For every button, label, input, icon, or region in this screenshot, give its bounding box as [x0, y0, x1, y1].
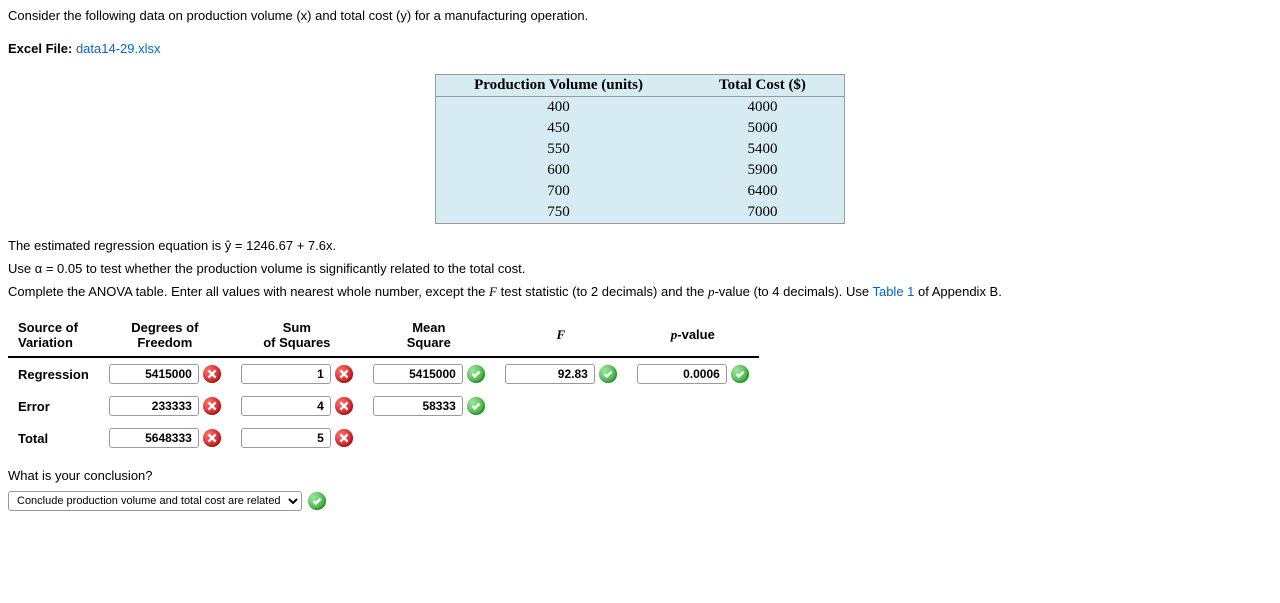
cell: 750	[436, 202, 681, 224]
cell: 6400	[681, 181, 844, 202]
row-label: Error	[8, 390, 99, 422]
total-df-input[interactable]	[241, 428, 331, 448]
excel-file-line: Excel File: data14-29.xlsx	[8, 41, 1272, 56]
regression-p-input[interactable]	[637, 364, 727, 384]
wrong-icon	[203, 397, 221, 415]
table-row: 7006400	[436, 181, 845, 202]
wrong-icon	[335, 397, 353, 415]
wrong-icon	[203, 429, 221, 447]
wrong-icon	[335, 365, 353, 383]
table-row: 4505000	[436, 118, 845, 139]
anova-header-ss: Sumof Squares	[231, 314, 363, 357]
anova-row-error: Error	[8, 390, 759, 422]
excel-file-label: Excel File:	[8, 41, 72, 56]
regression-equation: The estimated regression equation is ŷ =…	[8, 238, 1272, 253]
complete-text-c: -value (to 4 decimals). Use	[714, 284, 872, 299]
complete-text-a: Complete the ANOVA table. Enter all valu…	[8, 284, 489, 299]
wrong-icon	[335, 429, 353, 447]
anova-row-regression: Regression	[8, 357, 759, 390]
anova-table-container: Source ofVariation Degrees ofFreedom Sum…	[8, 314, 1272, 454]
wrong-icon	[203, 365, 221, 383]
cell: 550	[436, 139, 681, 160]
conclusion-question: What is your conclusion?	[8, 468, 1272, 483]
cell: 5400	[681, 139, 844, 160]
cell: 4000	[681, 97, 844, 119]
regression-df-input[interactable]	[241, 364, 331, 384]
correct-icon	[308, 492, 326, 510]
row-label: Regression	[8, 357, 99, 390]
table-row: 5505400	[436, 139, 845, 160]
complete-text-b: test statistic (to 2 decimals) and the	[497, 284, 708, 299]
table-row: 7507000	[436, 202, 845, 224]
anova-row-total: Total	[8, 422, 759, 454]
data-table-header-volume: Production Volume (units)	[436, 75, 681, 97]
correct-icon	[467, 397, 485, 415]
regression-f-input[interactable]	[505, 364, 595, 384]
regression-ms-input[interactable]	[373, 364, 463, 384]
cell: 5900	[681, 160, 844, 181]
correct-icon	[599, 365, 617, 383]
anova-header-df: Degrees ofFreedom	[99, 314, 231, 357]
complete-instruction: Complete the ANOVA table. Enter all valu…	[8, 284, 1272, 300]
cell: 7000	[681, 202, 844, 224]
table-row: 6005900	[436, 160, 845, 181]
anova-header-ms: MeanSquare	[363, 314, 495, 357]
complete-text-d: of Appendix B.	[914, 284, 1001, 299]
excel-file-link[interactable]: data14-29.xlsx	[76, 41, 161, 56]
anova-header-pvalue: p-value	[627, 314, 759, 357]
cell: 450	[436, 118, 681, 139]
table-row: 4004000	[436, 97, 845, 119]
table1-link[interactable]: Table 1	[872, 284, 914, 299]
anova-header-source: Source ofVariation	[8, 314, 99, 357]
cell: 600	[436, 160, 681, 181]
f-var: F	[489, 284, 497, 299]
alpha-instruction: Use α = 0.05 to test whether the product…	[8, 261, 1272, 276]
correct-icon	[467, 365, 485, 383]
anova-header-f: F	[495, 314, 627, 357]
row-label: Total	[8, 422, 99, 454]
correct-icon	[731, 365, 749, 383]
data-table-container: Production Volume (units) Total Cost ($)…	[8, 74, 1272, 224]
error-df-input[interactable]	[241, 396, 331, 416]
cell: 5000	[681, 118, 844, 139]
error-ss-input[interactable]	[109, 396, 199, 416]
intro-text: Consider the following data on productio…	[8, 8, 1272, 23]
anova-table: Source ofVariation Degrees ofFreedom Sum…	[8, 314, 759, 454]
total-ss-input[interactable]	[109, 428, 199, 448]
regression-ss-input[interactable]	[109, 364, 199, 384]
data-table-header-cost: Total Cost ($)	[681, 75, 844, 97]
cell: 700	[436, 181, 681, 202]
conclusion-select[interactable]: Conclude production volume and total cos…	[8, 491, 302, 511]
conclusion-row: Conclude production volume and total cos…	[8, 491, 1272, 511]
data-table: Production Volume (units) Total Cost ($)…	[435, 74, 845, 224]
cell: 400	[436, 97, 681, 119]
error-ms-input[interactable]	[373, 396, 463, 416]
